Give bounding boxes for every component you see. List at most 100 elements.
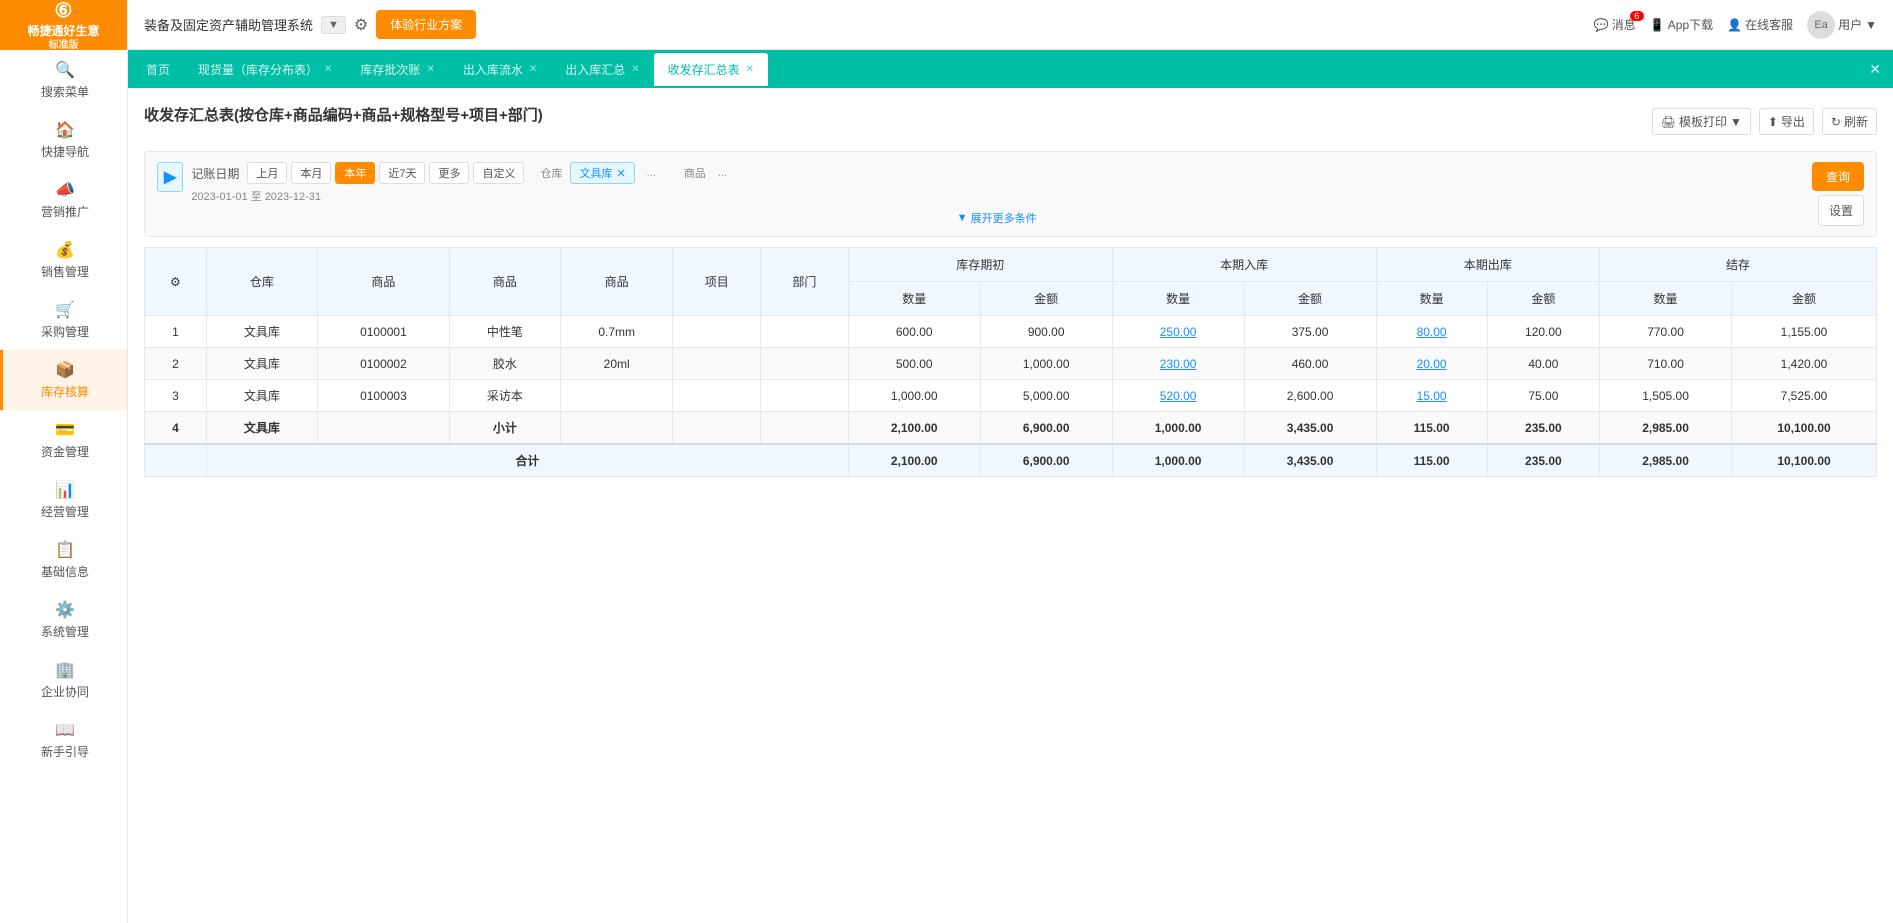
row-in-qty[interactable]: 250.00 [1112,316,1244,348]
th-closing-group: 结存 [1600,248,1877,282]
preset-custom[interactable]: 自定义 [473,162,524,184]
user-menu[interactable]: Ea 用户 ▼ [1807,11,1877,39]
filter-toggle-btn[interactable]: ▶ [157,162,183,192]
page-title: 收发存汇总表(按仓库+商品编码+商品+规格型号+项目+部门) [144,104,543,125]
marketing-icon: 📣 [55,180,75,200]
sidebar-item-marketing[interactable]: 📣 营销推广 [0,170,127,230]
filter-settings-btn[interactable]: 设置 [1818,195,1864,226]
online-service-btn[interactable]: 👤 在线客服 [1727,16,1793,33]
th-settings[interactable]: ⚙ [145,248,207,316]
row-code [317,412,449,445]
row-out-qty[interactable]: 80.00 [1376,316,1487,348]
row-out-qty[interactable]: 15.00 [1376,380,1487,412]
row-opening-qty: 500.00 [848,348,980,380]
th-opening-group: 库存期初 [848,248,1112,282]
th-goods-code: 商品 [317,248,449,316]
app-download-btn[interactable]: 📱 App下载 [1650,16,1713,33]
preset-last-month[interactable]: 上月 [247,162,287,184]
tab-batch[interactable]: 库存批次账 ✕ [346,53,448,86]
sidebar-item-label: 基础信息 [41,563,89,580]
th-warehouse: 仓库 [206,248,317,316]
warehouse-more-btn[interactable]: ... [643,165,660,181]
preset-more[interactable]: 更多 [429,162,469,184]
sidebar-item-sales[interactable]: 💰 销售管理 [0,230,127,290]
trial-btn[interactable]: 体验行业方案 [376,10,476,39]
sales-icon: 💰 [55,240,75,260]
tab-inventory-dist-close[interactable]: ✕ [324,64,332,75]
sidebar-item-enterprise[interactable]: 🏢 企业协同 [0,650,127,710]
sidebar-item-base-info[interactable]: 📋 基础信息 [0,530,127,590]
sidebar-item-system[interactable]: ⚙️ 系统管理 [0,590,127,650]
table-row: 4文具库小计2,100.006,900.001,000.003,435.0011… [145,412,1877,445]
footer-cell-2: 2,100.00 [848,444,980,477]
messages-btn[interactable]: 💬 消息 6 [1594,16,1636,33]
tab-in-out-summary[interactable]: 出入库汇总 ✕ [551,53,653,86]
row-name: 采访本 [449,380,560,412]
preset-this-year[interactable]: 本年 [335,162,375,184]
row-opening-amt: 900.00 [980,316,1112,348]
export-icon: ⬆ [1768,115,1778,129]
sidebar-item-guide[interactable]: 📖 新手引导 [0,710,127,770]
date-range: 2023-01-01 至 2023-12-31 [191,188,1802,204]
online-service-label: 在线客服 [1745,16,1793,33]
query-btn[interactable]: 查询 [1812,162,1864,191]
template-print-btn[interactable]: 🖨 模板打印 ▼ [1652,108,1751,135]
refresh-btn[interactable]: ↻ 刷新 [1822,108,1877,135]
th-dept: 部门 [761,248,849,316]
tab-in-out-summary-close[interactable]: ✕ [631,64,639,75]
system-dropdown[interactable]: ▼ [321,16,346,34]
tab-in-out-flow-close[interactable]: ✕ [529,64,537,75]
sidebar-item-inventory[interactable]: 📦 库存核算 [0,350,127,410]
tab-inventory-dist[interactable]: 现货量（库存分布表） ✕ [184,53,346,86]
page-content: 收发存汇总表(按仓库+商品编码+商品+规格型号+项目+部门) 🖨 模板打印 ▼ … [128,88,1893,923]
filter-fields: 记账日期 上月 本月 本年 近7天 更多 自定义 [191,162,1802,226]
row-out-qty[interactable]: 20.00 [1376,348,1487,380]
service-icon: 👤 [1727,18,1742,32]
export-btn[interactable]: ⬆ 导出 [1759,108,1814,135]
system-name: 装备及固定资产辅助管理系统 [144,15,313,34]
tab-recv-send-summary-label: 收发存汇总表 [668,61,740,78]
warehouse-tag: 文具库 ✕ [570,162,634,184]
tabbar-close-all[interactable]: ✕ [1857,61,1893,78]
tab-batch-close[interactable]: ✕ [426,64,434,75]
goods-more-btn[interactable]: ... [714,165,731,181]
row-in-amt: 2,600.00 [1244,380,1376,412]
sidebar-item-quick-nav[interactable]: 🏠 快捷导航 [0,110,127,170]
row-dept [761,348,849,380]
th-goods-spec: 商品 [560,248,672,316]
page-inner: 收发存汇总表(按仓库+商品编码+商品+规格型号+项目+部门) 🖨 模板打印 ▼ … [128,88,1893,923]
preset-this-month[interactable]: 本月 [291,162,331,184]
tab-recv-send-summary-close[interactable]: ✕ [746,64,754,75]
row-in-qty[interactable]: 520.00 [1112,380,1244,412]
tab-in-out-flow[interactable]: 出入库流水 ✕ [449,53,551,86]
sidebar-item-search[interactable]: 🔍 搜索菜单 [0,50,127,110]
sidebar-item-label: 采购管理 [41,323,89,340]
warehouse-tag-close[interactable]: ✕ [616,167,625,180]
app-subtitle: 标准版 [49,39,79,52]
row-no: 1 [145,316,207,348]
sidebar-item-purchase[interactable]: 🛒 采购管理 [0,290,127,350]
export-label: 导出 [1781,113,1805,130]
row-name: 中性笔 [449,316,560,348]
sidebar-item-operations[interactable]: 📊 经营管理 [0,470,127,530]
row-project [673,380,761,412]
th-out-qty: 数量 [1376,282,1487,316]
tab-recv-send-summary[interactable]: 收发存汇总表 ✕ [654,53,768,86]
expand-conditions-btn[interactable]: ▼ 展开更多条件 [957,210,1037,226]
row-warehouse: 文具库 [206,348,317,380]
th-project: 项目 [673,248,761,316]
row-in-amt: 375.00 [1244,316,1376,348]
footer-cell-8: 2,985.00 [1600,444,1732,477]
messages-badge: 6 [1630,11,1644,21]
row-closing-qty: 1,505.00 [1600,380,1732,412]
row-project [673,348,761,380]
sidebar-item-finance[interactable]: 💳 资金管理 [0,410,127,470]
sidebar-item-label: 企业协同 [41,683,89,700]
tab-home[interactable]: 首页 [132,53,184,86]
topbar: 装备及固定资产辅助管理系统 ▼ ⚙ 体验行业方案 💬 消息 6 📱 App下载 … [128,0,1893,50]
settings-icon[interactable]: ⚙ [354,15,368,35]
row-code: 0100002 [317,348,449,380]
row-no: 2 [145,348,207,380]
preset-7days[interactable]: 近7天 [379,162,425,184]
row-in-qty[interactable]: 230.00 [1112,348,1244,380]
